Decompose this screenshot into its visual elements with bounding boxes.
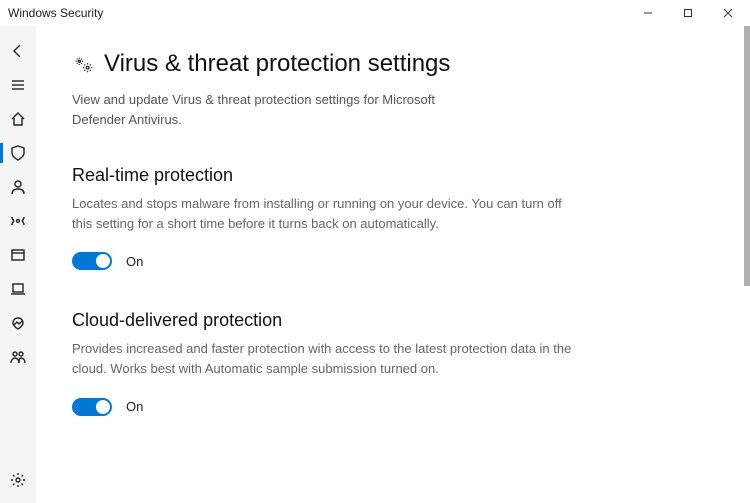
section-description: Provides increased and faster protection… [72,339,572,379]
close-button[interactable] [708,0,748,26]
realtime-toggle-label: On [126,254,143,269]
nav-account-protection[interactable] [0,170,36,204]
nav-home[interactable] [0,102,36,136]
minimize-button[interactable] [628,0,668,26]
scrollbar[interactable] [744,26,750,286]
sidebar [0,26,36,503]
titlebar: Windows Security [0,0,750,26]
main-content: Virus & threat protection settings View … [36,26,750,503]
cloud-toggle[interactable] [72,398,112,416]
section-description: Locates and stops malware from installin… [72,194,572,234]
section-title: Cloud-delivered protection [72,310,572,331]
nav-device-performance[interactable] [0,306,36,340]
maximize-button[interactable] [668,0,708,26]
cloud-toggle-label: On [126,399,143,414]
nav-family-options[interactable] [0,340,36,374]
nav-firewall[interactable] [0,204,36,238]
menu-button[interactable] [0,68,36,102]
back-button[interactable] [0,34,36,68]
section-title: Real-time protection [72,165,572,186]
section-cloud: Cloud-delivered protection Provides incr… [72,310,572,415]
nav-device-security[interactable] [0,272,36,306]
section-realtime: Real-time protection Locates and stops m… [72,165,572,270]
window-controls [628,0,748,26]
nav-app-browser[interactable] [0,238,36,272]
settings-gears-icon [72,53,94,75]
nav-virus-protection[interactable] [0,136,36,170]
realtime-toggle[interactable] [72,252,112,270]
nav-settings[interactable] [0,463,36,497]
page-title: Virus & threat protection settings [104,50,450,78]
window-title: Windows Security [8,6,103,20]
page-subtitle: View and update Virus & threat protectio… [72,90,492,129]
